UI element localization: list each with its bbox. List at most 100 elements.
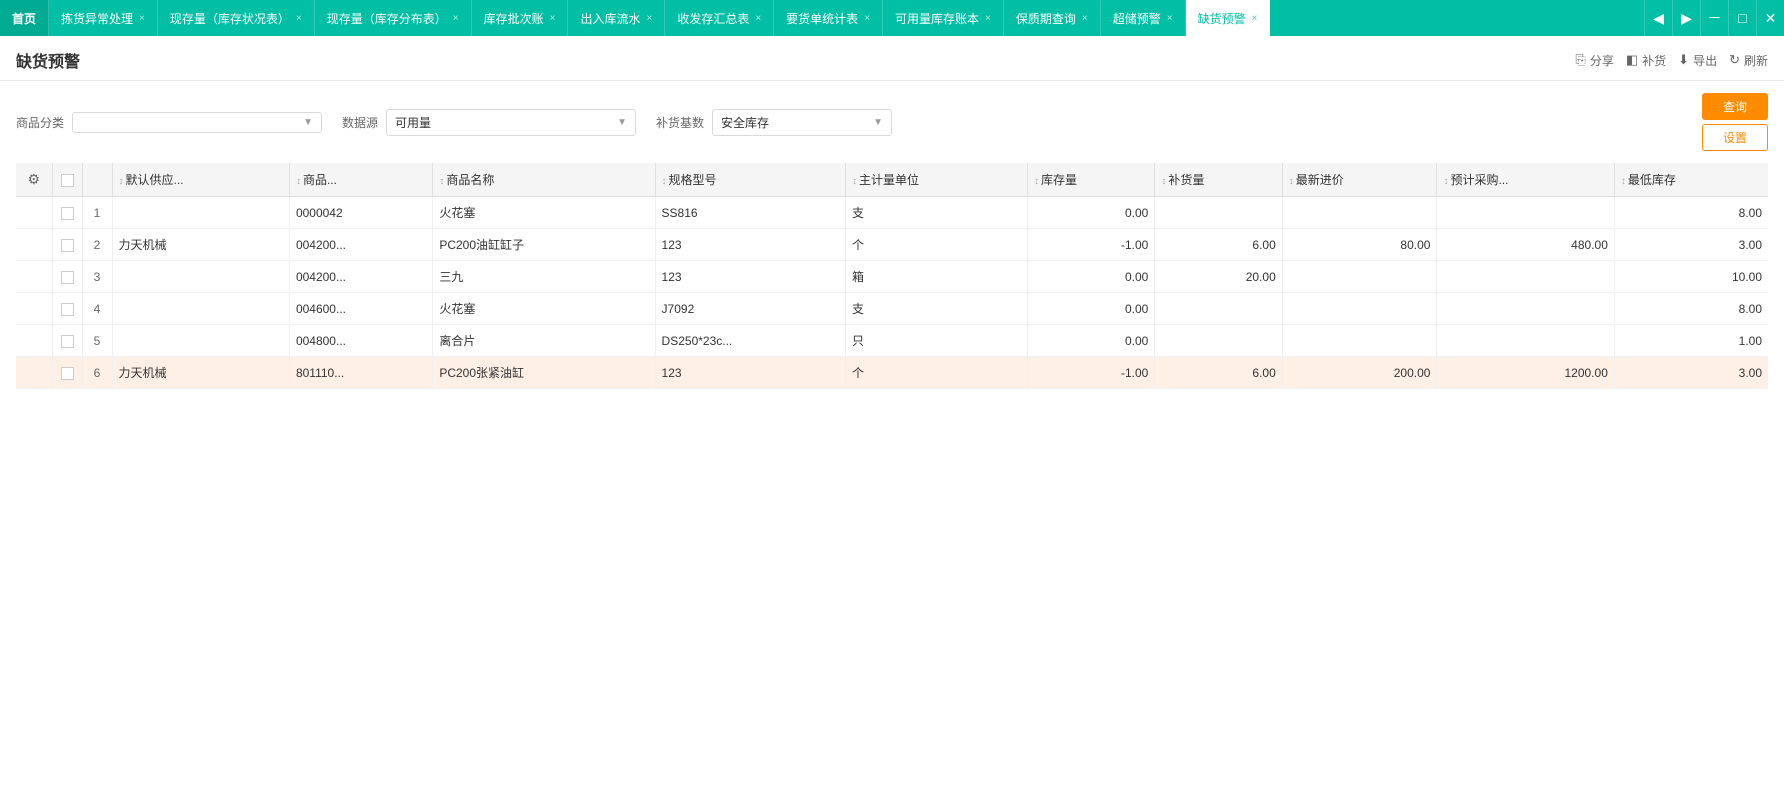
tab-close-5[interactable]: × <box>646 13 652 24</box>
td-estimated-purchase: 1200.00 <box>1437 357 1614 389</box>
export-icon: ⬇ <box>1678 52 1689 68</box>
row-checkbox[interactable] <box>61 367 74 380</box>
td-default-supplier: 力天机械 <box>112 229 289 261</box>
td-estimated-purchase: 480.00 <box>1437 229 1614 261</box>
nav-tab-5[interactable]: 出入库流水× <box>568 0 665 36</box>
nav-close-btn[interactable]: ✕ <box>1756 0 1784 36</box>
replenish-button[interactable]: ◧ 补货 <box>1626 52 1666 69</box>
row-checkbox[interactable] <box>61 271 74 284</box>
nav-tab-8[interactable]: 可用量库存账本× <box>883 0 1004 36</box>
td-product-code: 004600... <box>289 293 432 325</box>
td-check <box>52 229 82 261</box>
nav-tab-0[interactable]: 首页 <box>0 0 49 36</box>
td-default-supplier: 力天机械 <box>112 357 289 389</box>
category-select[interactable]: ▼ <box>72 112 322 133</box>
td-latest-price <box>1282 197 1437 229</box>
th-settings: ⚙ <box>16 163 52 197</box>
td-settings <box>16 357 52 389</box>
replenish-base-select[interactable]: 安全库存 ▼ <box>712 109 892 136</box>
td-latest-price: 80.00 <box>1282 229 1437 261</box>
td-stock: 0.00 <box>1027 197 1154 229</box>
settings-gear-icon[interactable]: ⚙ <box>27 171 40 187</box>
tab-close-4[interactable]: × <box>550 13 556 24</box>
nav-tab-1[interactable]: 拣货异常处理× <box>49 0 158 36</box>
td-product-name: 离合片 <box>433 325 655 357</box>
td-unit: 箱 <box>845 261 1027 293</box>
td-stock: 0.00 <box>1027 293 1154 325</box>
td-row-num: 1 <box>82 197 112 229</box>
filter-actions: 查询 设置 <box>1702 93 1768 151</box>
tab-close-11[interactable]: × <box>1252 13 1258 24</box>
td-product-code: 004200... <box>289 261 432 293</box>
row-checkbox[interactable] <box>61 335 74 348</box>
export-button[interactable]: ⬇ 导出 <box>1678 52 1717 69</box>
tab-close-6[interactable]: × <box>755 13 761 24</box>
datasource-label: 数据源 <box>342 114 378 131</box>
nav-maximize-btn[interactable]: □ <box>1728 0 1756 36</box>
table-header: ⚙ ↕默认供应... ↕商品... ↕商品名称 ↕规格型号 ↕主计量单位 ↕库存… <box>16 163 1768 197</box>
select-all-checkbox[interactable] <box>61 174 74 187</box>
tab-close-7[interactable]: × <box>864 13 870 24</box>
th-spec: ↕规格型号 <box>655 163 845 197</box>
tab-close-1[interactable]: × <box>139 13 145 24</box>
nav-tab-10[interactable]: 超储预警× <box>1101 0 1186 36</box>
table-row: 10000042火花塞SS816支0.008.00 <box>16 197 1768 229</box>
datasource-select[interactable]: 可用量 ▼ <box>386 109 636 136</box>
nav-next-btn[interactable]: ▶ <box>1672 0 1700 36</box>
nav-tab-7[interactable]: 要货单统计表× <box>774 0 883 36</box>
row-checkbox[interactable] <box>61 207 74 220</box>
td-settings <box>16 293 52 325</box>
td-estimated-purchase <box>1437 197 1614 229</box>
td-default-supplier <box>112 261 289 293</box>
td-latest-price: 200.00 <box>1282 357 1437 389</box>
th-product-code: ↕商品... <box>289 163 432 197</box>
replenish-base-value: 安全库存 <box>721 114 769 131</box>
refresh-button[interactable]: ↻ 刷新 <box>1729 52 1768 69</box>
td-unit: 个 <box>845 357 1027 389</box>
query-button[interactable]: 查询 <box>1702 93 1768 120</box>
nav-tab-9[interactable]: 保质期查询× <box>1004 0 1101 36</box>
filter-area: 商品分类 ▼ 数据源 可用量 ▼ 补货基数 安全库存 ▼ 查询 设置 <box>0 81 1784 163</box>
table-row: 5004800...离合片DS250*23c...只0.001.00 <box>16 325 1768 357</box>
nav-tab-11[interactable]: 缺货预警× <box>1186 0 1271 36</box>
td-settings <box>16 261 52 293</box>
share-button[interactable]: ⎘ 分享 <box>1575 52 1613 69</box>
nav-tab-4[interactable]: 库存批次账× <box>472 0 569 36</box>
td-settings <box>16 325 52 357</box>
nav-prev-btn[interactable]: ◀ <box>1644 0 1672 36</box>
share-icon: ⎘ <box>1575 52 1585 68</box>
th-estimated-purchase: ↕预计采购... <box>1437 163 1614 197</box>
td-row-num: 2 <box>82 229 112 261</box>
nav-tab-3[interactable]: 现存量（库存分布表）× <box>315 0 472 36</box>
settings-button[interactable]: 设置 <box>1702 124 1768 151</box>
datasource-chevron: ▼ <box>617 117 627 128</box>
nav-minimize-btn[interactable]: － <box>1700 0 1728 36</box>
td-min-stock: 3.00 <box>1614 229 1768 261</box>
replenish-base-label: 补货基数 <box>656 114 704 131</box>
main-content: 缺货预警 ⎘ 分享 ◧ 补货 ⬇ 导出 ↻ 刷新 商品分类 <box>0 36 1784 796</box>
tab-close-2[interactable]: × <box>296 13 302 24</box>
td-stock: -1.00 <box>1027 229 1154 261</box>
td-stock: -1.00 <box>1027 357 1154 389</box>
th-row-num <box>82 163 112 197</box>
replenish-icon: ◧ <box>1626 52 1638 68</box>
tab-close-3[interactable]: × <box>453 13 459 24</box>
td-default-supplier <box>112 325 289 357</box>
tab-close-8[interactable]: × <box>985 13 991 24</box>
td-product-name: 火花塞 <box>433 197 655 229</box>
td-settings <box>16 229 52 261</box>
tab-close-9[interactable]: × <box>1082 13 1088 24</box>
nav-tab-6[interactable]: 收发存汇总表× <box>665 0 774 36</box>
category-label: 商品分类 <box>16 114 64 131</box>
tab-close-10[interactable]: × <box>1167 13 1173 24</box>
td-replenish-qty <box>1155 197 1282 229</box>
category-filter-group: 商品分类 ▼ <box>16 112 322 133</box>
table-row: 2力天机械004200...PC200油缸缸子123个-1.006.0080.0… <box>16 229 1768 261</box>
td-latest-price <box>1282 261 1437 293</box>
nav-tab-2[interactable]: 现存量（库存状况表）× <box>158 0 315 36</box>
td-spec: 123 <box>655 229 845 261</box>
row-checkbox[interactable] <box>61 303 74 316</box>
nav-window-controls: ◀ ▶ － □ ✕ <box>1644 0 1784 36</box>
row-checkbox[interactable] <box>61 239 74 252</box>
td-row-num: 4 <box>82 293 112 325</box>
